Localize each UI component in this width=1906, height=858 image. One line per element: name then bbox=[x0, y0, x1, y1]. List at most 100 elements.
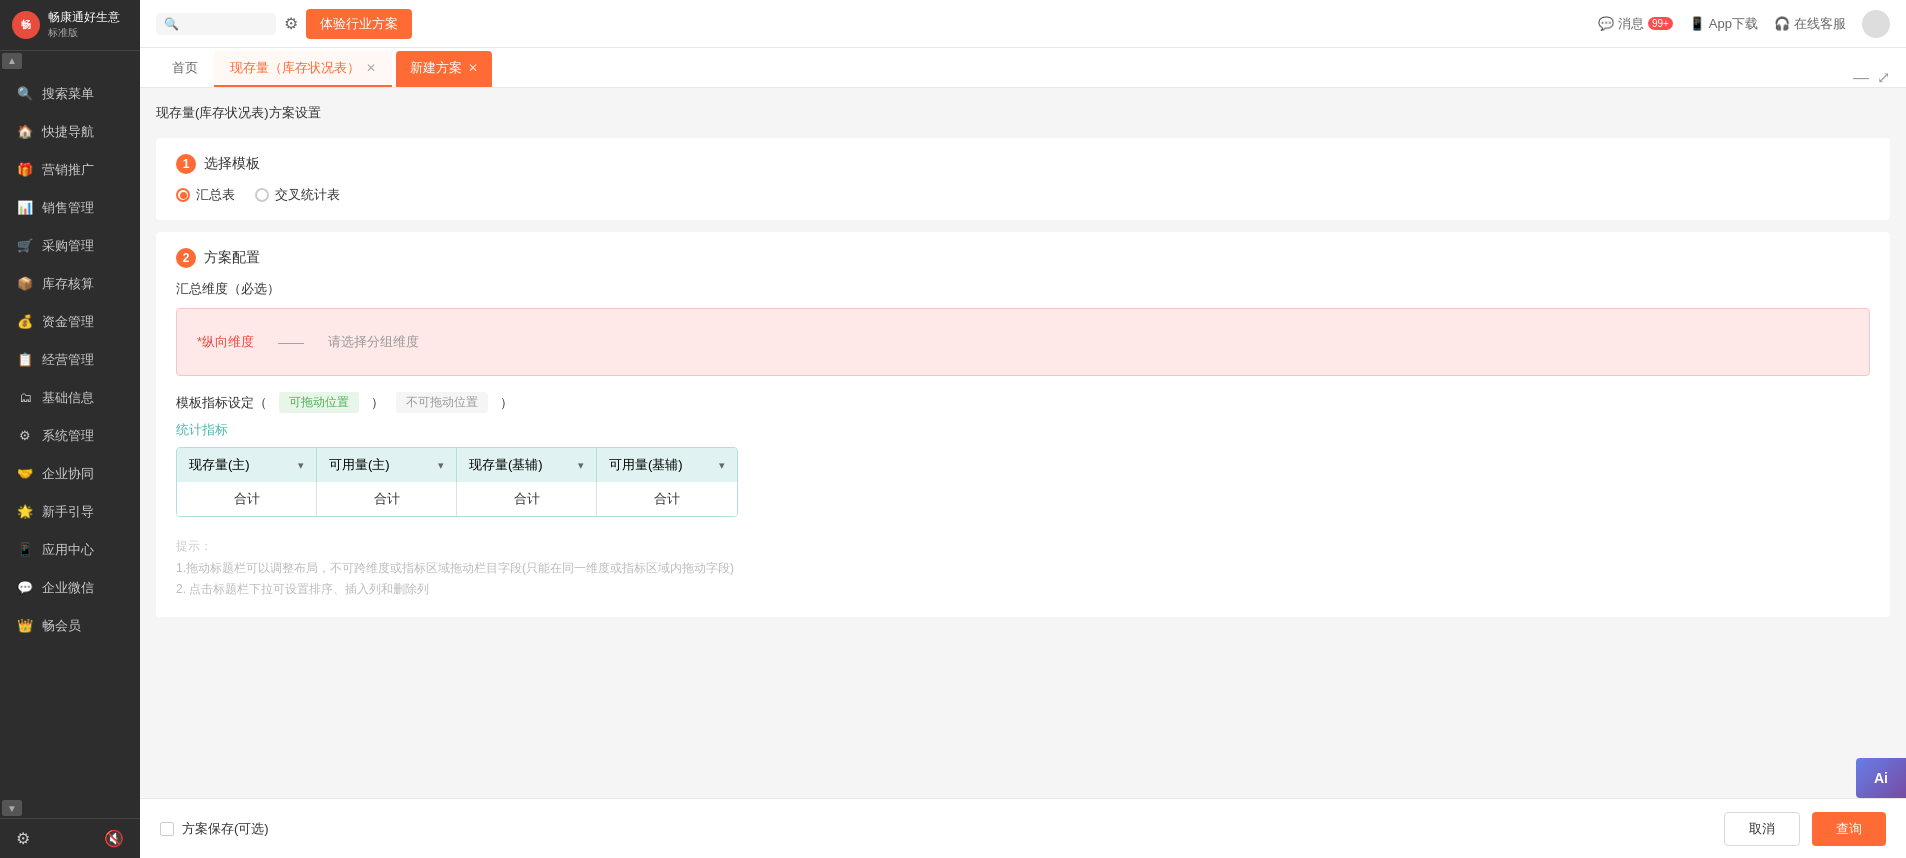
wechat-icon: 💬 bbox=[16, 579, 34, 597]
topbar: 🔍 ⚙ 体验行业方案 💬 消息 99+ 📱 App下载 🎧 在线客服 bbox=[140, 0, 1906, 48]
sidebar-scroll-up[interactable]: ▲ bbox=[2, 53, 22, 69]
user-avatar[interactable] bbox=[1862, 10, 1890, 38]
sidebar-item-apps[interactable]: 📱 应用中心 bbox=[0, 531, 140, 569]
stat-table-body: 合计 合计 合计 合计 bbox=[177, 482, 737, 516]
message-icon: 💬 bbox=[1598, 16, 1614, 31]
app-download-button[interactable]: 📱 App下载 bbox=[1689, 15, 1758, 33]
sidebar-item-cooperation[interactable]: 🤝 企业协同 bbox=[0, 455, 140, 493]
money-icon: 💰 bbox=[16, 313, 34, 331]
content-area: 现存量(库存状况表)方案设置 1 选择模板 汇总表 交叉统计表 2 bbox=[140, 88, 1906, 798]
app-name: 畅康通好生意 bbox=[48, 10, 120, 26]
radio-cross-table[interactable]: 交叉统计表 bbox=[255, 186, 340, 204]
indicator-settings-label: 模板指标设定（ bbox=[176, 394, 267, 412]
stat-cell-1: 合计 bbox=[317, 482, 457, 516]
star-icon: 🌟 bbox=[16, 503, 34, 521]
sidebar-item-purchase[interactable]: 🛒 采购管理 bbox=[0, 227, 140, 265]
search-icon: 🔍 bbox=[16, 85, 34, 103]
radio-summary-indicator bbox=[176, 188, 190, 202]
online-service-button[interactable]: 🎧 在线客服 bbox=[1774, 15, 1846, 33]
stat-cell-0: 合计 bbox=[177, 482, 317, 516]
mobile-icon: 📱 bbox=[16, 541, 34, 559]
page-title: 现存量(库存状况表)方案设置 bbox=[156, 104, 1890, 122]
dim-section-label: 汇总维度（必选） bbox=[176, 280, 1870, 298]
movable-badge: 可拖动位置 bbox=[279, 392, 359, 413]
radio-summary-table[interactable]: 汇总表 bbox=[176, 186, 235, 204]
template-radio-group: 汇总表 交叉统计表 bbox=[176, 186, 1870, 204]
tips-item-1: 2. 点击标题栏下拉可设置排序、插入列和删除列 bbox=[176, 579, 1870, 601]
tips-title: 提示： bbox=[176, 539, 212, 553]
sidebar-item-wechat[interactable]: 💬 企业微信 bbox=[0, 569, 140, 607]
gear-button[interactable]: ⚙ bbox=[284, 14, 298, 33]
sidebar-item-member[interactable]: 👑 畅会员 bbox=[0, 607, 140, 645]
indicator-settings: 模板指标设定（ 可拖动位置 ） 不可拖动位置 ） bbox=[176, 392, 1870, 413]
tab-home[interactable]: 首页 bbox=[156, 51, 214, 87]
step1-number: 1 bbox=[176, 154, 196, 174]
sidebar-item-system[interactable]: ⚙ 系统管理 bbox=[0, 417, 140, 455]
app-logo: 畅 畅康通好生意 标准版 bbox=[0, 0, 140, 51]
topbar-right: 💬 消息 99+ 📱 App下载 🎧 在线客服 bbox=[1598, 10, 1890, 38]
cancel-button[interactable]: 取消 bbox=[1724, 812, 1800, 846]
dim-required-label: *纵向维度 bbox=[197, 333, 254, 351]
sidebar-item-guide[interactable]: 🌟 新手引导 bbox=[0, 493, 140, 531]
stat-col-header-0[interactable]: 现存量(主) ▾ bbox=[177, 448, 317, 482]
ai-float-button[interactable]: Ai bbox=[1856, 758, 1906, 798]
tab-inventory[interactable]: 现存量（库存状况表） ✕ bbox=[214, 51, 392, 87]
main-area: 🔍 ⚙ 体验行业方案 💬 消息 99+ 📱 App下载 🎧 在线客服 首页 bbox=[140, 0, 1906, 858]
chevron-down-icon-0[interactable]: ▾ bbox=[298, 459, 304, 472]
sidebar-scroll-down[interactable]: ▼ bbox=[2, 800, 22, 816]
settings-icon[interactable]: ⚙ bbox=[16, 829, 30, 848]
clipboard-icon: 📋 bbox=[16, 351, 34, 369]
stat-col-header-2[interactable]: 现存量(基辅) ▾ bbox=[457, 448, 597, 482]
stat-label: 统计指标 bbox=[176, 421, 1870, 439]
chart-icon: 📊 bbox=[16, 199, 34, 217]
sidebar-item-sales[interactable]: 📊 销售管理 bbox=[0, 189, 140, 227]
radio-cross-indicator bbox=[255, 188, 269, 202]
cart-icon: 🛒 bbox=[16, 237, 34, 255]
audio-icon[interactable]: 🔇 bbox=[104, 829, 124, 848]
trial-industry-button[interactable]: 体验行业方案 bbox=[306, 9, 412, 39]
dim-placeholder: 请选择分组维度 bbox=[328, 333, 419, 351]
tab-new-plan[interactable]: 新建方案 ✕ bbox=[396, 51, 492, 87]
fixed-badge: 不可拖动位置 bbox=[396, 392, 488, 413]
search-input[interactable]: 🔍 bbox=[156, 13, 276, 35]
dim-area[interactable]: *纵向维度 —— 请选择分组维度 bbox=[176, 308, 1870, 376]
sidebar: 畅 畅康通好生意 标准版 ▲ 🔍 搜索菜单 🏠 快捷导航 🎁 营销推广 📊 销售… bbox=[0, 0, 140, 858]
sidebar-item-basic[interactable]: 🗂 基础信息 bbox=[0, 379, 140, 417]
bottom-buttons: 取消 查询 bbox=[1724, 812, 1886, 846]
message-button[interactable]: 💬 消息 99+ bbox=[1598, 15, 1673, 33]
chevron-down-icon-3[interactable]: ▾ bbox=[719, 459, 725, 472]
sidebar-nav: 🔍 搜索菜单 🏠 快捷导航 🎁 营销推广 📊 销售管理 🛒 采购管理 📦 库存核… bbox=[0, 71, 140, 798]
chevron-down-icon-2[interactable]: ▾ bbox=[578, 459, 584, 472]
sidebar-item-shortcut[interactable]: 🏠 快捷导航 bbox=[0, 113, 140, 151]
expand-button[interactable]: ⤢ bbox=[1877, 68, 1890, 87]
sidebar-item-search[interactable]: 🔍 搜索菜单 bbox=[0, 75, 140, 113]
tab-bar: 首页 现存量（库存状况表） ✕ 新建方案 ✕ — ⤢ bbox=[140, 48, 1906, 88]
sidebar-item-operations[interactable]: 📋 经营管理 bbox=[0, 341, 140, 379]
step1-section: 1 选择模板 汇总表 交叉统计表 bbox=[156, 138, 1890, 220]
sidebar-item-marketing[interactable]: 🎁 营销推广 bbox=[0, 151, 140, 189]
logo-icon: 畅 bbox=[12, 11, 40, 39]
stat-col-header-1[interactable]: 可用量(主) ▾ bbox=[317, 448, 457, 482]
sidebar-item-finance[interactable]: 💰 资金管理 bbox=[0, 303, 140, 341]
stat-col-header-3[interactable]: 可用量(基辅) ▾ bbox=[597, 448, 737, 482]
headset-icon: 🎧 bbox=[1774, 16, 1790, 31]
stat-cell-2: 合计 bbox=[457, 482, 597, 516]
query-button[interactable]: 查询 bbox=[1812, 812, 1886, 846]
folder-icon: 🗂 bbox=[16, 389, 34, 407]
step2-title: 方案配置 bbox=[204, 249, 260, 267]
minimize-button[interactable]: — bbox=[1853, 69, 1869, 87]
gift-icon: 🎁 bbox=[16, 161, 34, 179]
tips-section: 提示： 1.拖动标题栏可以调整布局，不可跨维度或指标区域拖动栏目字段(只能在同一… bbox=[176, 536, 1870, 601]
tips-item-0: 1.拖动标题栏可以调整布局，不可跨维度或指标区域拖动栏目字段(只能在同一维度或指… bbox=[176, 558, 1870, 580]
stat-table: 现存量(主) ▾ 可用量(主) ▾ 现存量(基辅) ▾ 可用量(基辅) ▾ bbox=[176, 447, 738, 517]
handshake-icon: 🤝 bbox=[16, 465, 34, 483]
step1-title: 选择模板 bbox=[204, 155, 260, 173]
phone-icon: 📱 bbox=[1689, 16, 1705, 31]
tab-inventory-close[interactable]: ✕ bbox=[366, 61, 376, 75]
save-checkbox[interactable] bbox=[160, 822, 174, 836]
chevron-down-icon-1[interactable]: ▾ bbox=[438, 459, 444, 472]
save-option[interactable]: 方案保存(可选) bbox=[160, 820, 269, 838]
app-version: 标准版 bbox=[48, 26, 120, 40]
tab-new-plan-close[interactable]: ✕ bbox=[468, 61, 478, 75]
sidebar-item-inventory[interactable]: 📦 库存核算 bbox=[0, 265, 140, 303]
